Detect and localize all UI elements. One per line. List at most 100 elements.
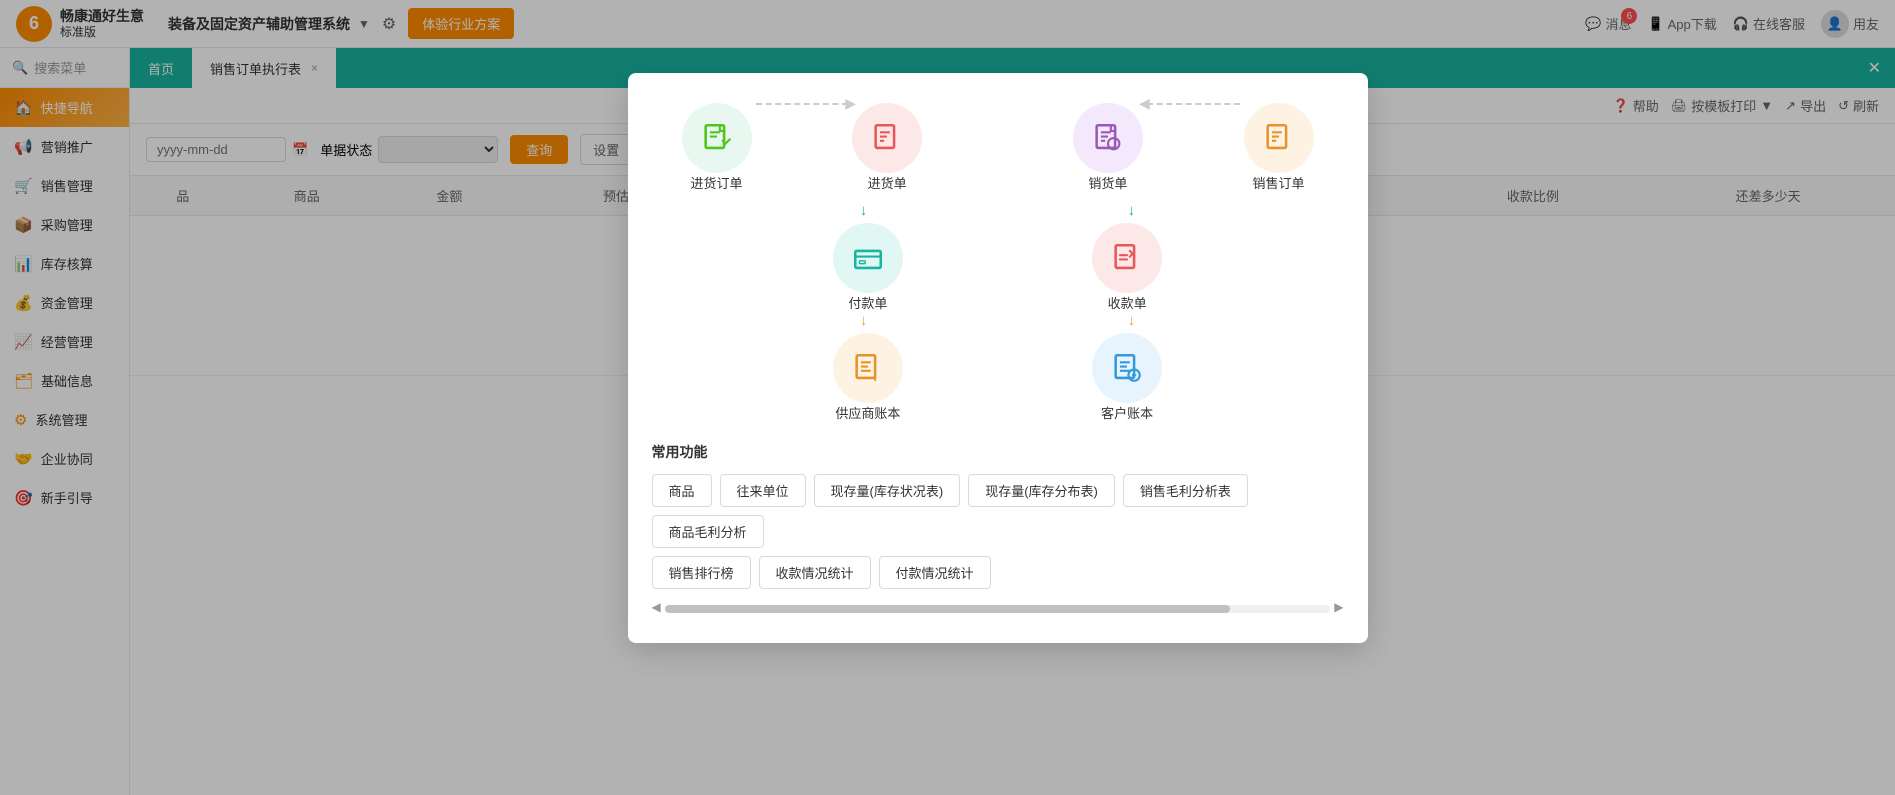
sidebar-item-sales[interactable]: 🛒 销售管理 [0,166,129,205]
sidebar-item-operations[interactable]: 📈 经营管理 [0,322,129,361]
function-btns-row2: 销售排行榜 收款情况统计 付款情况统计 [652,556,1344,589]
service-icon: 🎧 [1733,16,1749,32]
enterprise-icon: 🤝 [14,450,33,468]
print-dropdown-icon: ▼ [1760,98,1773,113]
fn-btn-sales-rank[interactable]: 销售排行榜 [652,556,751,589]
sidebar-item-enterprise[interactable]: 🤝 企业协同 [0,439,129,478]
flow-node-supplier-ledger: 供应商账本 [833,333,903,422]
sidebar-item-guide[interactable]: 🎯 新手引导 [0,478,129,517]
help-btn[interactable]: ❓ 帮助 [1613,96,1659,115]
modal-scrollbar[interactable] [665,605,1331,613]
fn-btn-product-profit[interactable]: 商品毛利分析 [652,515,764,548]
status-filter: 单据状态 [320,136,498,163]
refresh-icon: ↺ [1838,98,1849,114]
user-btn[interactable]: 👤 用友 [1821,10,1879,38]
query-btn[interactable]: 查询 [510,135,568,164]
col-amount: 金额 [378,176,521,216]
purchase-order-label: 进货订单 [690,173,742,192]
status-label: 单据状态 [320,140,372,159]
window-close-btn[interactable]: ✕ [1854,58,1895,78]
fn-btn-product[interactable]: 商品 [652,474,712,507]
tab-home[interactable]: 首页 [130,48,192,88]
sidebar-item-marketing[interactable]: 📢 营销推广 [0,127,129,166]
sales-order-label: 销售订单 [1253,173,1305,192]
fn-btn-receipt-stat[interactable]: 收款情况统计 [759,556,871,589]
receipt-bill-icon [1092,223,1162,293]
purchase-icon: 📦 [14,216,33,234]
receipt-bill-down-arrow: ↓ [1078,312,1185,329]
guide-icon: 🎯 [14,489,33,507]
avatar: 👤 [1821,10,1849,38]
sidebar-item-purchase[interactable]: 📦 采购管理 [0,205,129,244]
status-select[interactable] [378,136,498,163]
calendar-icon[interactable]: 📅 [292,142,308,158]
common-functions: 常用功能 商品 往来单位 现存量(库存状况表) 现存量(库存分布表) 销售毛利分… [652,442,1344,589]
tab-close-btn[interactable]: × [311,61,318,75]
customer-ledger-label: 客户账本 [1101,403,1153,422]
payment-bill-icon [833,223,903,293]
scrollbar-thumb [665,605,1231,613]
flow-node-sales-order: 销售订单 [1244,103,1314,192]
message-btn[interactable]: 💬 消息 6 [1585,14,1631,33]
app-download-btn[interactable]: 📱 App下载 [1647,14,1716,33]
purchase-order-icon [682,103,752,173]
home-icon: 🏠 [14,99,33,117]
set-btn[interactable]: 设置 [580,134,632,165]
sidebar-item-finance[interactable]: 💰 资金管理 [0,283,129,322]
basic-info-icon: 🗂 [14,372,33,390]
export-icon: ↗ [1785,98,1796,114]
finance-icon: 💰 [14,294,33,312]
operations-icon: 📈 [14,333,33,351]
sidebar-item-system[interactable]: ⚙ 系统管理 [0,400,129,439]
scroll-left-btn[interactable]: ◀ [652,600,661,614]
top-bar-right: 💬 消息 6 📱 App下载 🎧 在线客服 👤 用友 [1585,10,1879,38]
settings-gear-btn[interactable]: ⚙ [378,10,400,38]
scroll-right-btn[interactable]: ▶ [1334,600,1343,614]
purchase-bill-label: 进货单 [868,173,907,192]
export-btn[interactable]: ↗ 导出 [1785,96,1826,115]
col-receipt-ratio: 收款比例 [1425,176,1642,216]
col-days-left: 还差多少天 [1641,176,1895,216]
experience-btn[interactable]: 体验行业方案 [408,8,514,39]
receipt-bill-label: 收款单 [1108,293,1147,312]
date-input[interactable] [146,137,286,162]
help-icon: ❓ [1613,98,1629,114]
sales-icon: 🛒 [14,177,33,195]
fn-btn-stock-status[interactable]: 现存量(库存状况表) [814,474,961,507]
sales-order-icon [1244,103,1314,173]
logo-icon: 6 [16,6,52,42]
sidebar-item-inventory[interactable]: 📊 库存核算 [0,244,129,283]
purchase-bill-icon [852,103,922,173]
fn-btn-sales-profit[interactable]: 销售毛利分析表 [1123,474,1248,507]
flow-node-purchase-order: 进货订单 [682,103,752,192]
flow-node-receipt-bill: 收款单 [1092,223,1162,312]
logo-text: 畅康通好生意 标准版 [60,7,144,41]
tab-sales-order[interactable]: 销售订单执行表 × [192,48,336,88]
modal-body: 进货订单 ▶ 进货单 [628,73,1368,643]
customer-ledger-icon [1092,333,1162,403]
sales-bill-down-arrow: ↓ [1078,202,1185,219]
online-service-btn[interactable]: 🎧 在线客服 [1733,14,1805,33]
sidebar-search[interactable]: 🔍 搜索菜单 [0,48,129,88]
refresh-btn[interactable]: ↺ 刷新 [1838,96,1879,115]
sidebar-item-quick-nav[interactable]: 🏠 快捷导航 [0,88,129,127]
fn-btn-stock-dist[interactable]: 现存量(库存分布表) [968,474,1115,507]
system-dropdown-btn[interactable]: ▼ [358,17,370,31]
fn-btn-payment-stat[interactable]: 付款情况统计 [879,556,991,589]
fn-btn-partner[interactable]: 往来单位 [720,474,806,507]
print-icon: 🖨 [1671,98,1688,114]
col-product: 商品 [236,176,379,216]
template-print-btn[interactable]: 🖨 按模板打印 ▼ [1671,96,1773,115]
supplier-ledger-icon [833,333,903,403]
sidebar: 🔍 搜索菜单 🏠 快捷导航 📢 营销推广 🛒 销售管理 📦 采购管理 📊 [0,48,130,795]
modal-scroll-area: ◀ ▶ [652,597,1344,623]
inventory-icon: 📊 [14,255,33,273]
system-icon: ⚙ [14,411,27,429]
sales-bill-icon [1073,103,1143,173]
col-product-abbr: 品 [130,176,236,216]
search-icon: 🔍 [12,60,28,76]
flow-node-purchase-bill: 进货单 [852,103,922,192]
flow-modal: 进货订单 ▶ 进货单 [628,73,1368,643]
sales-bill-label: 销货单 [1088,173,1127,192]
sidebar-item-basic-info[interactable]: 🗂 基础信息 [0,361,129,400]
